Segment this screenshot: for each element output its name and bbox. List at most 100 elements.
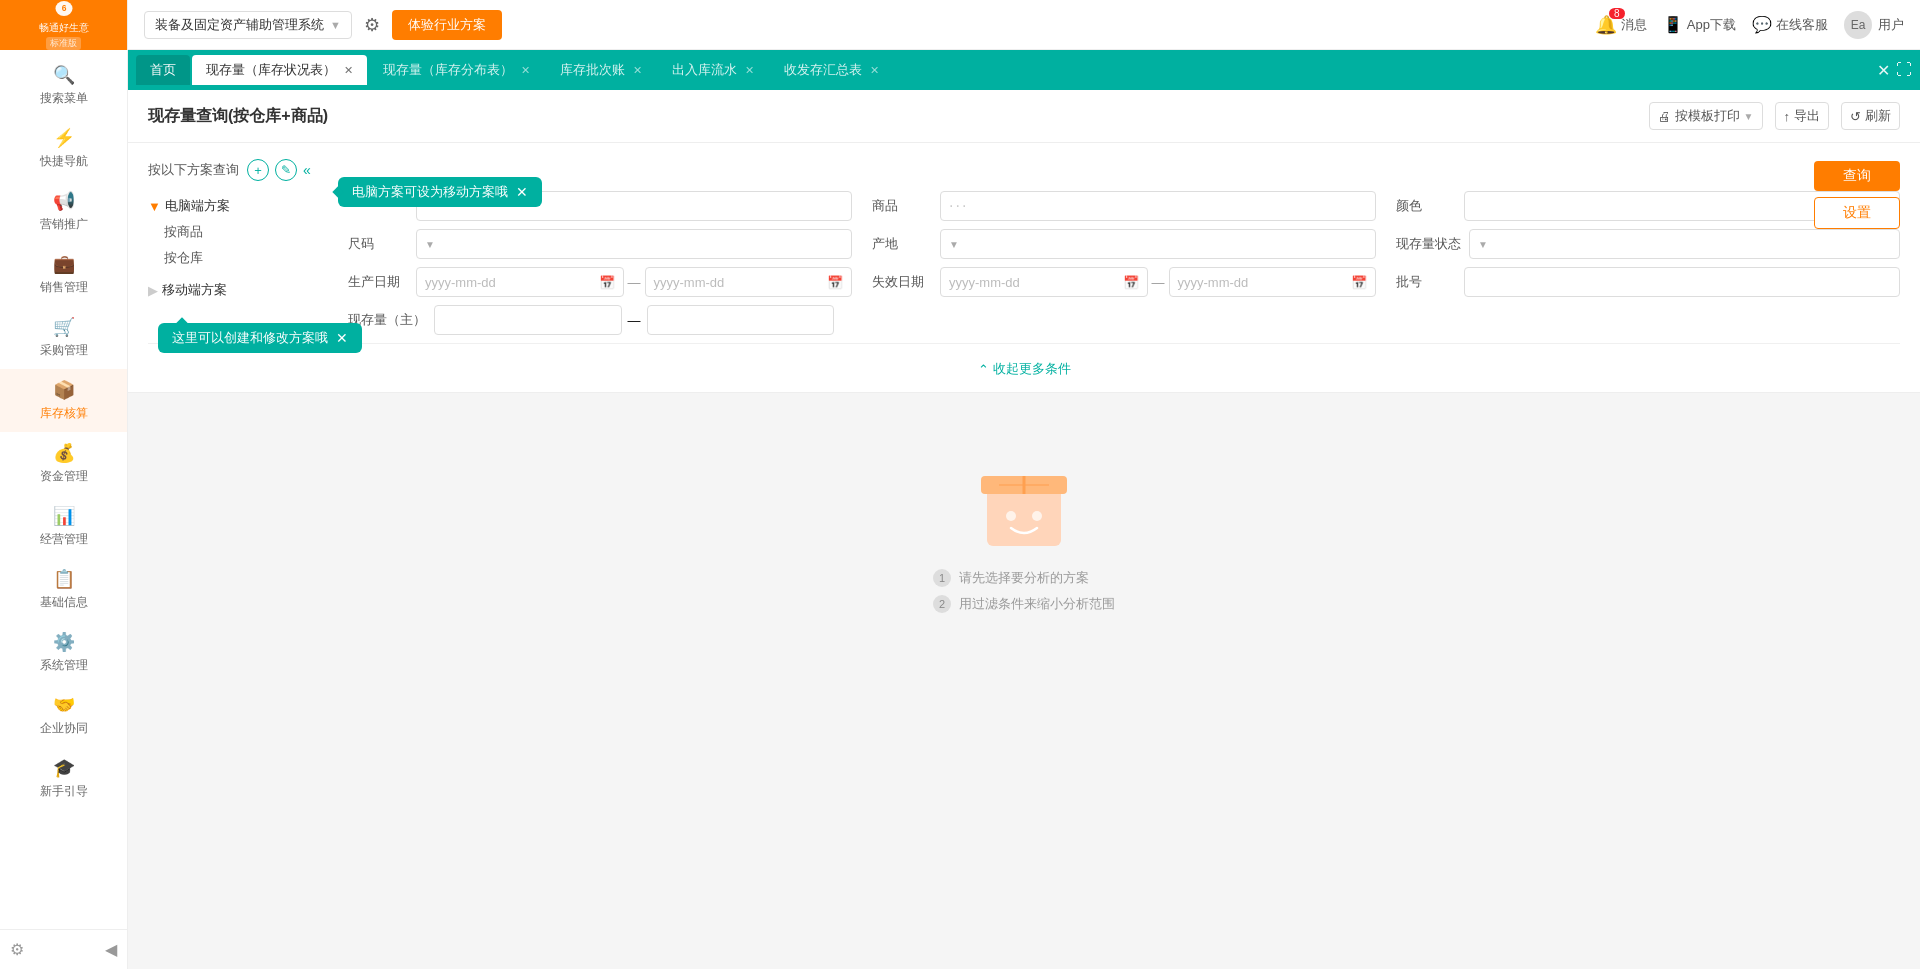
tab-summary[interactable]: 收发存汇总表 ✕ [770,55,893,85]
lightning-icon: ⚡ [53,127,75,149]
settings-footer-icon[interactable]: ⚙ [10,940,24,959]
sidebar-item-search[interactable]: 🔍 搜索菜单 [0,54,127,117]
sidebar-item-guide[interactable]: 🎓 新手引导 [0,747,127,810]
product-select[interactable]: ··· [940,191,1376,221]
hint-text-2: 用过滤条件来缩小分析范围 [959,595,1115,613]
sidebar-label-business: 经营管理 [40,531,88,548]
query-btn-group: 查询 设置 [1814,161,1900,229]
search-icon: 🔍 [53,64,75,86]
tab-stock-dist-close[interactable]: ✕ [521,64,530,77]
sidebar-item-system[interactable]: ⚙️ 系统管理 [0,621,127,684]
tab-actions: ✕ ⛶ [1877,61,1912,80]
sidebar-label-basic: 基础信息 [40,594,88,611]
sidebar-item-quicknav[interactable]: ⚡ 快捷导航 [0,117,127,180]
tooltip-create-close[interactable]: ✕ [336,330,348,346]
tab-stock-dist[interactable]: 现存量（库存分布表） ✕ [369,55,544,85]
scheme-group-pc: ▼ 电脑端方案 按商品 按仓库 [148,193,318,271]
expire-date-start-input[interactable]: yyyy-mm-dd 📅 [940,267,1148,297]
message-badge: 8 [1609,8,1625,19]
tooltip-pc-scheme: 电脑方案可设为移动方案哦 ✕ [338,177,542,207]
setting-button[interactable]: 设置 [1814,197,1900,229]
tab-inout-close[interactable]: ✕ [745,64,754,77]
app-name: 畅通好生意 [39,21,89,35]
size-select[interactable]: ▼ [416,229,852,259]
scheme-group-mobile-header[interactable]: ▶ 移动端方案 [148,277,318,303]
stock-main-sep: — [628,313,641,328]
filter-prod-date-field: 生产日期 yyyy-mm-dd 📅 — yyyy-mm-dd 📅 [348,267,852,297]
stock-main-end-input[interactable] [647,305,835,335]
empty-hint-2: 2 用过滤条件来缩小分析范围 [933,595,1115,613]
filter-stock-status-field: 现存量状态 ▼ [1396,229,1900,259]
sidebar-item-cooperation[interactable]: 🤝 企业协同 [0,684,127,747]
scheme-item-warehouse[interactable]: 按仓库 [148,245,318,271]
sidebar-item-purchase[interactable]: 🛒 采购管理 [0,306,127,369]
collapse-sidebar-icon[interactable]: ◀ [105,940,117,959]
filter-icons: + ✎ « [247,159,311,181]
prod-date-start-placeholder: yyyy-mm-dd [425,275,496,290]
tab-stock-status[interactable]: 现存量（库存状况表） ✕ [192,55,367,85]
topbar-right: 🔔 8 消息 📱 App下载 💬 在线客服 Ea 用户 [1595,11,1904,39]
print-button[interactable]: 🖨 按模板打印 ▼ [1649,102,1763,130]
refresh-label: 刷新 [1865,107,1891,125]
system-selector[interactable]: 装备及固定资产辅助管理系统 ▼ [144,11,352,39]
batch-input[interactable] [1464,267,1900,297]
expire-date-end-input[interactable]: yyyy-mm-dd 📅 [1169,267,1377,297]
sidebar-item-business[interactable]: 📊 经营管理 [0,495,127,558]
tab-summary-close[interactable]: ✕ [870,64,879,77]
tabbar: 首页 现存量（库存状况表） ✕ 现存量（库存分布表） ✕ 库存批次账 ✕ 出入库… [128,50,1920,90]
message-label: 消息 [1621,16,1647,34]
scheme-group-pc-header[interactable]: ▼ 电脑端方案 [148,193,318,219]
tab-home-label: 首页 [150,61,176,79]
filter-row2: 尺码 ▼ 产地 ▼ 现存量状态 [348,229,1900,259]
sidebar-label-marketing: 营销推广 [40,216,88,233]
main-area: 装备及固定资产辅助管理系统 ▼ ⚙ 体验行业方案 🔔 8 消息 📱 App下载 … [128,0,1920,969]
message-btn[interactable]: 🔔 8 消息 [1595,14,1647,36]
tab-maximize-icon[interactable]: ⛶ [1896,61,1912,80]
tab-batch[interactable]: 库存批次账 ✕ [546,55,656,85]
gear-settings-icon[interactable]: ⚙ [364,14,380,36]
empty-illustration [964,453,1084,553]
scheme-item-product[interactable]: 按商品 [148,219,318,245]
sidebar-item-sales[interactable]: 💼 销售管理 [0,243,127,306]
page-header: 现存量查询(按仓库+商品) 🖨 按模板打印 ▼ ↑ 导出 ↺ 刷新 [128,90,1920,143]
edit-scheme-icon[interactable]: ✎ [275,159,297,181]
online-service-btn[interactable]: 💬 在线客服 [1752,15,1828,34]
sidebar-item-basic[interactable]: 📋 基础信息 [0,558,127,621]
prod-date-start-input[interactable]: yyyy-mm-dd 📅 [416,267,624,297]
guide-icon: 🎓 [53,757,75,779]
tab-home[interactable]: 首页 [136,55,190,85]
sidebar-item-finance[interactable]: 💰 资金管理 [0,432,127,495]
app-edition: 标准版 [46,37,81,50]
sidebar-item-inventory[interactable]: 📦 库存核算 [0,369,127,432]
app-download-btn[interactable]: 📱 App下载 [1663,15,1736,34]
add-scheme-icon[interactable]: + [247,159,269,181]
query-button[interactable]: 查询 [1814,161,1900,191]
origin-chevron: ▼ [949,239,959,250]
reset-scheme-icon[interactable]: « [303,162,311,178]
plan-button[interactable]: 体验行业方案 [392,10,502,40]
tab-batch-close[interactable]: ✕ [633,64,642,77]
prod-date-end-placeholder: yyyy-mm-dd [654,275,725,290]
origin-select[interactable]: ▼ [940,229,1376,259]
refresh-button[interactable]: ↺ 刷新 [1841,102,1900,130]
tooltip-pc-close[interactable]: ✕ [516,184,528,200]
avatar: Ea [1844,11,1872,39]
tab-stock-status-close[interactable]: ✕ [344,64,353,77]
filter-footer: ⌃ 收起更多条件 查询 设置 [148,343,1900,378]
collapse-btn[interactable]: ⌃ 收起更多条件 [148,360,1900,378]
empty-hints: 1 请先选择要分析的方案 2 用过滤条件来缩小分析范围 [933,569,1115,613]
svg-text:6: 6 [61,3,66,13]
user-menu[interactable]: Ea 用户 [1844,11,1904,39]
expire-date-label: 失效日期 [872,273,932,291]
stock-main-start-input[interactable] [434,305,622,335]
tab-inout[interactable]: 出入库流水 ✕ [658,55,768,85]
stock-status-select[interactable]: ▼ [1469,229,1900,259]
chart-icon: 📊 [53,505,75,527]
filter-row1: ··· 商品 ··· 颜色 ▼ [348,191,1900,221]
sidebar-item-marketing[interactable]: 📢 营销推广 [0,180,127,243]
tab-close-all-icon[interactable]: ✕ [1877,61,1890,80]
sidebar-label-system: 系统管理 [40,657,88,674]
filter-row4: 现存量（主） — [348,305,1900,335]
prod-date-end-input[interactable]: yyyy-mm-dd 📅 [645,267,853,297]
export-button[interactable]: ↑ 导出 [1775,102,1830,130]
